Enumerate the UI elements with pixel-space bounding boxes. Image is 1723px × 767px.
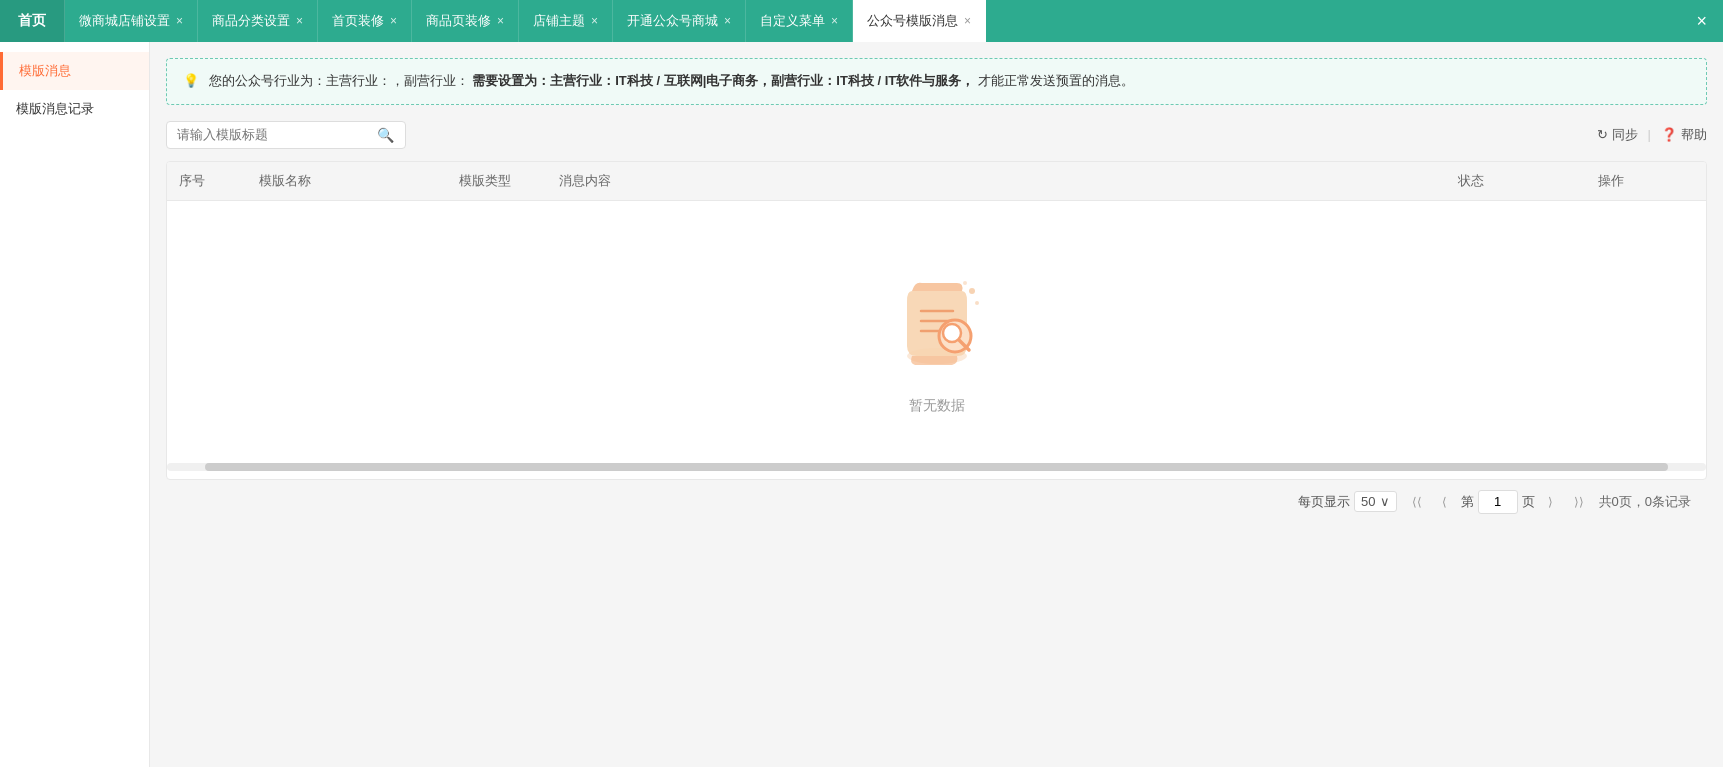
page-label-before: 第 [1461, 493, 1474, 511]
chevron-down-icon: ∨ [1380, 494, 1390, 509]
tab-menu[interactable]: 自定义菜单 × [746, 0, 853, 42]
page-size-label: 每页显示 [1298, 493, 1350, 511]
sidebar: 模版消息 模版消息记录 [0, 42, 150, 767]
tab-weishop-close[interactable]: × [176, 14, 183, 28]
svg-point-9 [963, 281, 967, 285]
tab-homepage[interactable]: 首页装修 × [318, 0, 412, 42]
tab-category[interactable]: 商品分类设置 × [198, 0, 318, 42]
sync-icon: ↻ [1597, 127, 1608, 142]
sync-label: 同步 [1612, 126, 1638, 144]
th-seq: 序号 [167, 162, 247, 200]
page-next-button[interactable]: ⟩ [1539, 490, 1563, 514]
tab-template-close[interactable]: × [964, 14, 971, 28]
notice-prefix: 您的公众号行业为：主营行业：，副营行业： [209, 73, 469, 88]
tab-mall[interactable]: 开通公众号商城 × [613, 0, 746, 42]
horizontal-scrollbar[interactable] [167, 463, 1706, 471]
toolbar-right: ↻ 同步 | ❓ 帮助 [1597, 126, 1707, 144]
window-close-button[interactable]: × [1680, 11, 1723, 32]
sidebar-item-template-record[interactable]: 模版消息记录 [0, 90, 149, 128]
tab-bar: 首页 微商城店铺设置 × 商品分类设置 × 首页装修 × 商品页装修 × 店铺主… [0, 0, 1723, 42]
tab-theme-close[interactable]: × [591, 14, 598, 28]
page-total: 共0页，0条记录 [1599, 493, 1691, 511]
notice-highlight: 需要设置为：主营行业：IT科技 / 互联网|电子商务，副营行业：IT科技 / I… [472, 73, 974, 88]
tab-homepage-close[interactable]: × [390, 14, 397, 28]
tab-template[interactable]: 公众号模版消息 × [853, 0, 986, 42]
content-area: 💡 您的公众号行业为：主营行业：，副营行业： 需要设置为：主营行业：IT科技 /… [150, 42, 1723, 767]
main-layout: 模版消息 模版消息记录 💡 您的公众号行业为：主营行业：，副营行业： 需要设置为… [0, 42, 1723, 767]
empty-text: 暂无数据 [909, 397, 965, 415]
page-size-wrap: 每页显示 50 ∨ [1298, 491, 1396, 512]
tab-category-label: 商品分类设置 [212, 12, 290, 30]
sidebar-item-template-msg-label: 模版消息 [19, 63, 71, 78]
search-input[interactable] [177, 127, 377, 142]
tab-homepage-label: 首页装修 [332, 12, 384, 30]
tab-weishop-label: 微商城店铺设置 [79, 12, 170, 30]
scrollbar-thumb[interactable] [205, 463, 1667, 471]
tab-template-label: 公众号模版消息 [867, 12, 958, 30]
tab-weishop[interactable]: 微商城店铺设置 × [65, 0, 198, 42]
page-nav: ⟨⟨ ⟨ 第 页 ⟩ ⟩⟩ [1405, 490, 1591, 514]
page-size-value: 50 [1361, 494, 1375, 509]
page-prev-button[interactable]: ⟨ [1433, 490, 1457, 514]
tab-goodspage-label: 商品页装修 [426, 12, 491, 30]
page-label-after: 页 [1522, 493, 1535, 511]
sync-button[interactable]: ↻ 同步 [1597, 126, 1638, 144]
th-status: 状态 [1446, 162, 1586, 200]
page-size-select[interactable]: 50 ∨ [1354, 491, 1396, 512]
search-input-wrap[interactable]: 🔍 [166, 121, 406, 149]
notice-box: 💡 您的公众号行业为：主营行业：，副营行业： 需要设置为：主营行业：IT科技 /… [166, 58, 1707, 105]
th-type: 模版类型 [447, 162, 547, 200]
help-label: 帮助 [1681, 126, 1707, 144]
tab-home-label: 首页 [18, 12, 46, 30]
tab-category-close[interactable]: × [296, 14, 303, 28]
help-button[interactable]: ❓ 帮助 [1661, 126, 1707, 144]
divider: | [1648, 127, 1651, 142]
data-table: 序号 模版名称 模版类型 消息内容 状态 操作 [166, 161, 1707, 480]
sidebar-item-template-msg[interactable]: 模版消息 [0, 52, 149, 90]
help-icon: ❓ [1661, 127, 1677, 142]
page-input-wrap: 第 页 [1461, 490, 1535, 514]
empty-state: 暂无数据 [167, 201, 1706, 455]
empty-icon [877, 261, 997, 381]
tab-menu-close[interactable]: × [831, 14, 838, 28]
tab-menu-label: 自定义菜单 [760, 12, 825, 30]
page-first-button[interactable]: ⟨⟨ [1405, 490, 1429, 514]
table-header: 序号 模版名称 模版类型 消息内容 状态 操作 [167, 162, 1706, 201]
th-name: 模版名称 [247, 162, 447, 200]
sidebar-item-template-record-label: 模版消息记录 [16, 101, 94, 116]
notice-suffix: 才能正常发送预置的消息。 [978, 73, 1134, 88]
tab-mall-close[interactable]: × [724, 14, 731, 28]
svg-point-8 [975, 301, 979, 305]
pagination: 每页显示 50 ∨ ⟨⟨ ⟨ 第 页 ⟩ ⟩⟩ 共0页，0条记录 [166, 480, 1707, 524]
svg-point-7 [969, 288, 975, 294]
page-last-button[interactable]: ⟩⟩ [1567, 490, 1591, 514]
page-input[interactable] [1478, 490, 1518, 514]
tab-home[interactable]: 首页 [0, 0, 65, 42]
tab-theme[interactable]: 店铺主题 × [519, 0, 613, 42]
notice-icon: 💡 [183, 73, 199, 88]
th-content: 消息内容 [547, 162, 1446, 200]
search-icon[interactable]: 🔍 [377, 127, 394, 143]
tab-theme-label: 店铺主题 [533, 12, 585, 30]
th-action: 操作 [1586, 162, 1706, 200]
tab-goodspage-close[interactable]: × [497, 14, 504, 28]
search-bar: 🔍 ↻ 同步 | ❓ 帮助 [166, 121, 1707, 149]
tab-mall-label: 开通公众号商城 [627, 12, 718, 30]
tab-goodspage[interactable]: 商品页装修 × [412, 0, 519, 42]
